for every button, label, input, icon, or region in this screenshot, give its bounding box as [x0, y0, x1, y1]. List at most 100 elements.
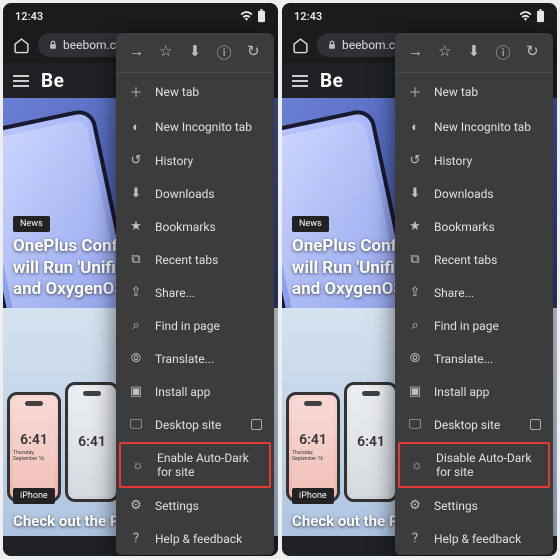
- site-logo: Be: [41, 69, 64, 92]
- status-time: 12:43: [294, 10, 322, 23]
- lock-icon: [327, 40, 337, 50]
- menu-toolbar: → ☆ ⬇ ⓘ ↻: [395, 33, 553, 73]
- wifi-icon: [240, 11, 253, 21]
- menu-item-incognito[interactable]: ◐New Incognito tab: [395, 110, 553, 144]
- gear-icon: ⚙: [407, 498, 423, 513]
- status-icons: [519, 9, 545, 23]
- menu-item-bookmarks[interactable]: ★Bookmarks: [116, 210, 274, 243]
- lock-icon: [48, 40, 58, 50]
- iphone-mockup: 6:41Thursday, September 16: [286, 392, 340, 502]
- install-icon: ▣: [407, 384, 423, 399]
- menu-item-downloads[interactable]: ⬇Downloads: [395, 177, 553, 210]
- status-time: 12:43: [15, 10, 43, 23]
- menu-item-new-tab[interactable]: ＋New tab: [395, 73, 553, 110]
- menu-item-translate[interactable]: ⦾Translate...: [395, 342, 553, 375]
- tabs-icon: ⧉: [407, 252, 423, 267]
- menu-item-recent-tabs[interactable]: ⧉Recent tabs: [395, 243, 553, 276]
- share-icon: ⇪: [407, 285, 423, 300]
- menu-item-install[interactable]: ▣Install app: [116, 375, 274, 408]
- plus-icon: ＋: [407, 82, 423, 101]
- menu-item-history[interactable]: ↺History: [395, 144, 553, 177]
- history-icon: ↺: [407, 153, 423, 168]
- checkbox-icon: [251, 419, 262, 430]
- menu-item-new-tab[interactable]: ＋New tab: [116, 73, 274, 110]
- iphone-mockup: 6:41: [344, 382, 398, 502]
- overflow-menu: → ☆ ⬇ ⓘ ↻ ＋New tab ◐New Incognito tab ↺H…: [395, 33, 553, 555]
- download-icon: ⬇: [407, 186, 423, 201]
- menu-item-bookmarks[interactable]: ★Bookmarks: [395, 210, 553, 243]
- forward-icon[interactable]: →: [128, 42, 146, 63]
- menu-item-downloads[interactable]: ⬇Downloads: [116, 177, 274, 210]
- search-icon: ⌕: [128, 318, 144, 333]
- help-icon: ?: [407, 531, 423, 546]
- status-bar: 12:43: [282, 3, 557, 29]
- refresh-icon[interactable]: ↻: [523, 42, 541, 63]
- screenshot-left: 12:43 beebom.com Be News: [3, 3, 278, 556]
- star-icon[interactable]: ☆: [157, 42, 175, 63]
- star-icon: ★: [407, 219, 423, 234]
- info-icon[interactable]: ⓘ: [215, 42, 233, 63]
- battery-icon: [257, 9, 266, 23]
- star-icon: ★: [128, 219, 144, 234]
- category-badge: iPhone: [292, 488, 334, 504]
- menu-item-find[interactable]: ⌕Find in page: [116, 309, 274, 342]
- menu-item-help[interactable]: ?Help & feedback: [116, 522, 274, 555]
- incognito-icon: ◐: [128, 119, 144, 135]
- battery-icon: [536, 9, 545, 23]
- menu-item-disable-auto-dark[interactable]: ☼Disable Auto-Dark for site: [398, 442, 550, 488]
- status-bar: 12:43: [3, 3, 278, 29]
- screenshot-right: 12:43 beebom.com Be News: [282, 3, 557, 556]
- category-badge: News: [292, 216, 329, 232]
- menu-toolbar: → ☆ ⬇ ⓘ ↻: [116, 33, 274, 73]
- menu-item-share[interactable]: ⇪Share...: [116, 276, 274, 309]
- info-icon[interactable]: ⓘ: [494, 42, 512, 63]
- incognito-icon: ◐: [407, 119, 423, 135]
- menu-item-install[interactable]: ▣Install app: [395, 375, 553, 408]
- download-icon[interactable]: ⬇: [465, 42, 483, 63]
- install-icon: ▣: [128, 384, 144, 399]
- home-icon[interactable]: [292, 37, 309, 54]
- menu-item-incognito[interactable]: ◐New Incognito tab: [116, 110, 274, 144]
- brightness-icon: ☼: [409, 457, 425, 473]
- site-logo: Be: [320, 69, 343, 92]
- desktop-icon: 🖵: [128, 417, 144, 432]
- menu-item-history[interactable]: ↺History: [116, 144, 274, 177]
- share-icon: ⇪: [128, 285, 144, 300]
- tabs-icon: ⧉: [128, 252, 144, 267]
- category-badge: News: [13, 216, 50, 232]
- menu-item-recent-tabs[interactable]: ⧉Recent tabs: [116, 243, 274, 276]
- hamburger-icon[interactable]: [13, 75, 29, 87]
- translate-icon: ⦾: [407, 351, 423, 366]
- menu-item-desktop-site[interactable]: 🖵Desktop site: [395, 408, 553, 441]
- iphone-mockup: 6:41Thursday, September 16: [7, 392, 61, 502]
- menu-item-desktop-site[interactable]: 🖵Desktop site: [116, 408, 274, 441]
- forward-icon[interactable]: →: [407, 42, 425, 63]
- checkbox-icon: [530, 419, 541, 430]
- iphone-mockup: 6:41: [65, 382, 119, 502]
- hamburger-icon[interactable]: [292, 75, 308, 87]
- menu-item-settings[interactable]: ⚙Settings: [395, 489, 553, 522]
- status-icons: [240, 9, 266, 23]
- menu-item-share[interactable]: ⇪Share...: [395, 276, 553, 309]
- gear-icon: ⚙: [128, 498, 144, 513]
- wifi-icon: [519, 11, 532, 21]
- brightness-icon: ☼: [130, 457, 146, 473]
- download-icon: ⬇: [128, 186, 144, 201]
- refresh-icon[interactable]: ↻: [244, 42, 262, 63]
- menu-item-settings[interactable]: ⚙Settings: [116, 489, 274, 522]
- plus-icon: ＋: [128, 82, 144, 101]
- download-icon[interactable]: ⬇: [186, 42, 204, 63]
- star-icon[interactable]: ☆: [436, 42, 454, 63]
- menu-item-translate[interactable]: ⦾Translate...: [116, 342, 274, 375]
- overflow-menu: → ☆ ⬇ ⓘ ↻ ＋New tab ◐New Incognito tab ↺H…: [116, 33, 274, 555]
- menu-item-find[interactable]: ⌕Find in page: [395, 309, 553, 342]
- search-icon: ⌕: [407, 318, 423, 333]
- help-icon: ?: [128, 531, 144, 546]
- home-icon[interactable]: [13, 37, 30, 54]
- category-badge: iPhone: [13, 488, 55, 504]
- translate-icon: ⦾: [128, 351, 144, 366]
- desktop-icon: 🖵: [407, 417, 423, 432]
- menu-item-enable-auto-dark[interactable]: ☼Enable Auto-Dark for site: [119, 442, 271, 488]
- menu-item-help[interactable]: ?Help & feedback: [395, 522, 553, 555]
- history-icon: ↺: [128, 153, 144, 168]
